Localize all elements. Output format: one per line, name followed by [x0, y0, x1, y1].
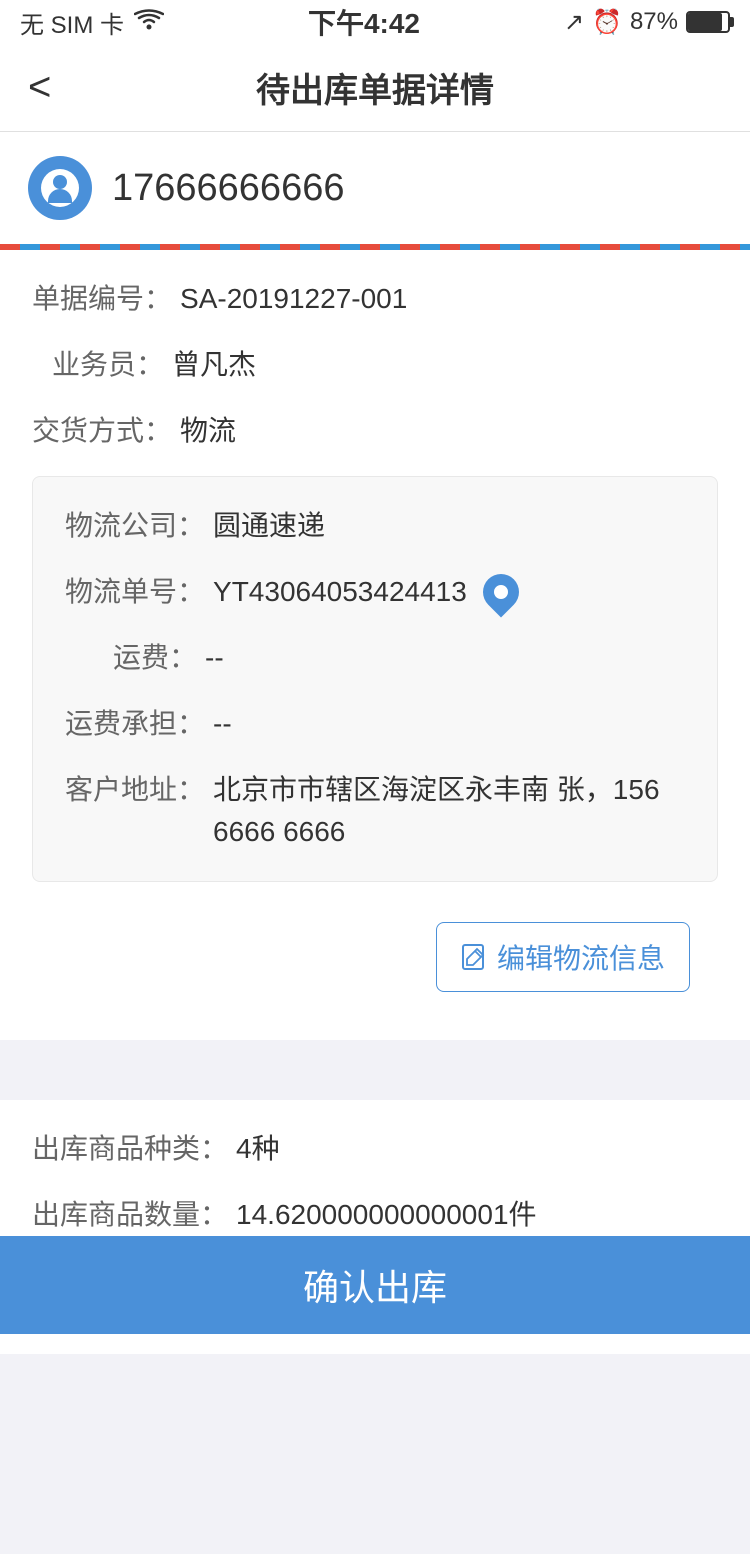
goods-types-value: 4种 [236, 1128, 718, 1170]
freight-row: 运费： -- [65, 637, 685, 679]
logistics-tracking-row: 物流单号： YT43064053424413 [65, 571, 685, 613]
section-divider-1 [0, 1060, 750, 1080]
battery-percent: 87% [630, 8, 678, 36]
avatar-icon [41, 169, 79, 207]
customer-phone: 17666666666 [112, 167, 344, 210]
salesman-label: 业务员： [32, 344, 172, 386]
location-pin-icon[interactable] [475, 567, 526, 618]
status-right: ↗ ⏰ 87% [564, 8, 730, 37]
logistics-tracking-label: 物流单号： [65, 571, 213, 613]
goods-quantity-row: 出库商品数量： 14.620000000000001件 [32, 1194, 718, 1236]
battery-icon [686, 11, 730, 33]
confirm-label: 确认出库 [303, 1259, 447, 1311]
back-button[interactable]: < [28, 65, 51, 110]
order-no-row: 单据编号： SA-20191227-001 [32, 278, 718, 320]
goods-types-label: 出库商品种类： [32, 1128, 236, 1170]
salesman-row: 业务员： 曾凡杰 [32, 344, 718, 386]
customer-header: 17666666666 [0, 132, 750, 244]
edit-icon [461, 943, 489, 971]
delivery-method-value: 物流 [180, 410, 718, 452]
logistics-company-label: 物流公司： [65, 505, 213, 547]
address-value: 北京市市辖区海淀区永丰南 张，156 6666 6666 [213, 769, 685, 853]
status-left: 无 SIM 卡 [20, 5, 164, 40]
page-title: 待出库单据详情 [256, 63, 494, 112]
logistics-section: 物流公司： 圆通速递 物流单号： YT43064053424413 运费： --… [32, 476, 718, 882]
order-info-section: 单据编号： SA-20191227-001 业务员： 曾凡杰 交货方式： 物流 … [0, 250, 750, 1040]
wifi-icon [134, 8, 164, 37]
bottom-spacer [0, 1354, 750, 1554]
avatar [28, 156, 92, 220]
address-row: 客户地址： 北京市市辖区海淀区永丰南 张，156 6666 6666 [65, 769, 685, 853]
alarm-icon: ⏰ [592, 8, 622, 37]
freight-bearer-value: -- [213, 703, 685, 745]
delivery-method-label: 交货方式： [32, 410, 180, 452]
edit-logistics-label: 编辑物流信息 [497, 937, 665, 977]
order-no-value: SA-20191227-001 [180, 278, 718, 320]
address-label: 客户地址： [65, 769, 213, 811]
confirm-button[interactable]: 确认出库 [0, 1236, 750, 1334]
goods-quantity-value: 14.620000000000001件 [236, 1194, 718, 1236]
nav-bar: < 待出库单据详情 [0, 44, 750, 132]
logistics-company-value: 圆通速递 [213, 505, 685, 547]
freight-value: -- [205, 637, 685, 679]
customer-section: 17666666666 [0, 132, 750, 250]
location-icon: ↗ [564, 8, 584, 37]
delivery-method-row: 交货方式： 物流 [32, 410, 718, 452]
goods-types-row: 出库商品种类： 4种 [32, 1128, 718, 1170]
freight-bearer-label: 运费承担： [65, 703, 213, 745]
logistics-company-row: 物流公司： 圆通速递 [65, 505, 685, 547]
goods-quantity-label: 出库商品数量： [32, 1194, 236, 1236]
carrier-label: 无 SIM 卡 [20, 5, 124, 40]
edit-logistics-button[interactable]: 编辑物流信息 [436, 922, 690, 992]
freight-label: 运费： [65, 637, 205, 679]
edit-btn-row: 编辑物流信息 [32, 902, 718, 1012]
logistics-tracking-value: YT43064053424413 [213, 571, 467, 613]
status-time: 下午4:42 [308, 2, 420, 42]
freight-bearer-row: 运费承担： -- [65, 703, 685, 745]
order-no-label: 单据编号： [32, 278, 180, 320]
salesman-value: 曾凡杰 [172, 344, 718, 386]
status-bar: 无 SIM 卡 下午4:42 ↗ ⏰ 87% [0, 0, 750, 44]
tracking-number-container: YT43064053424413 [213, 571, 519, 613]
